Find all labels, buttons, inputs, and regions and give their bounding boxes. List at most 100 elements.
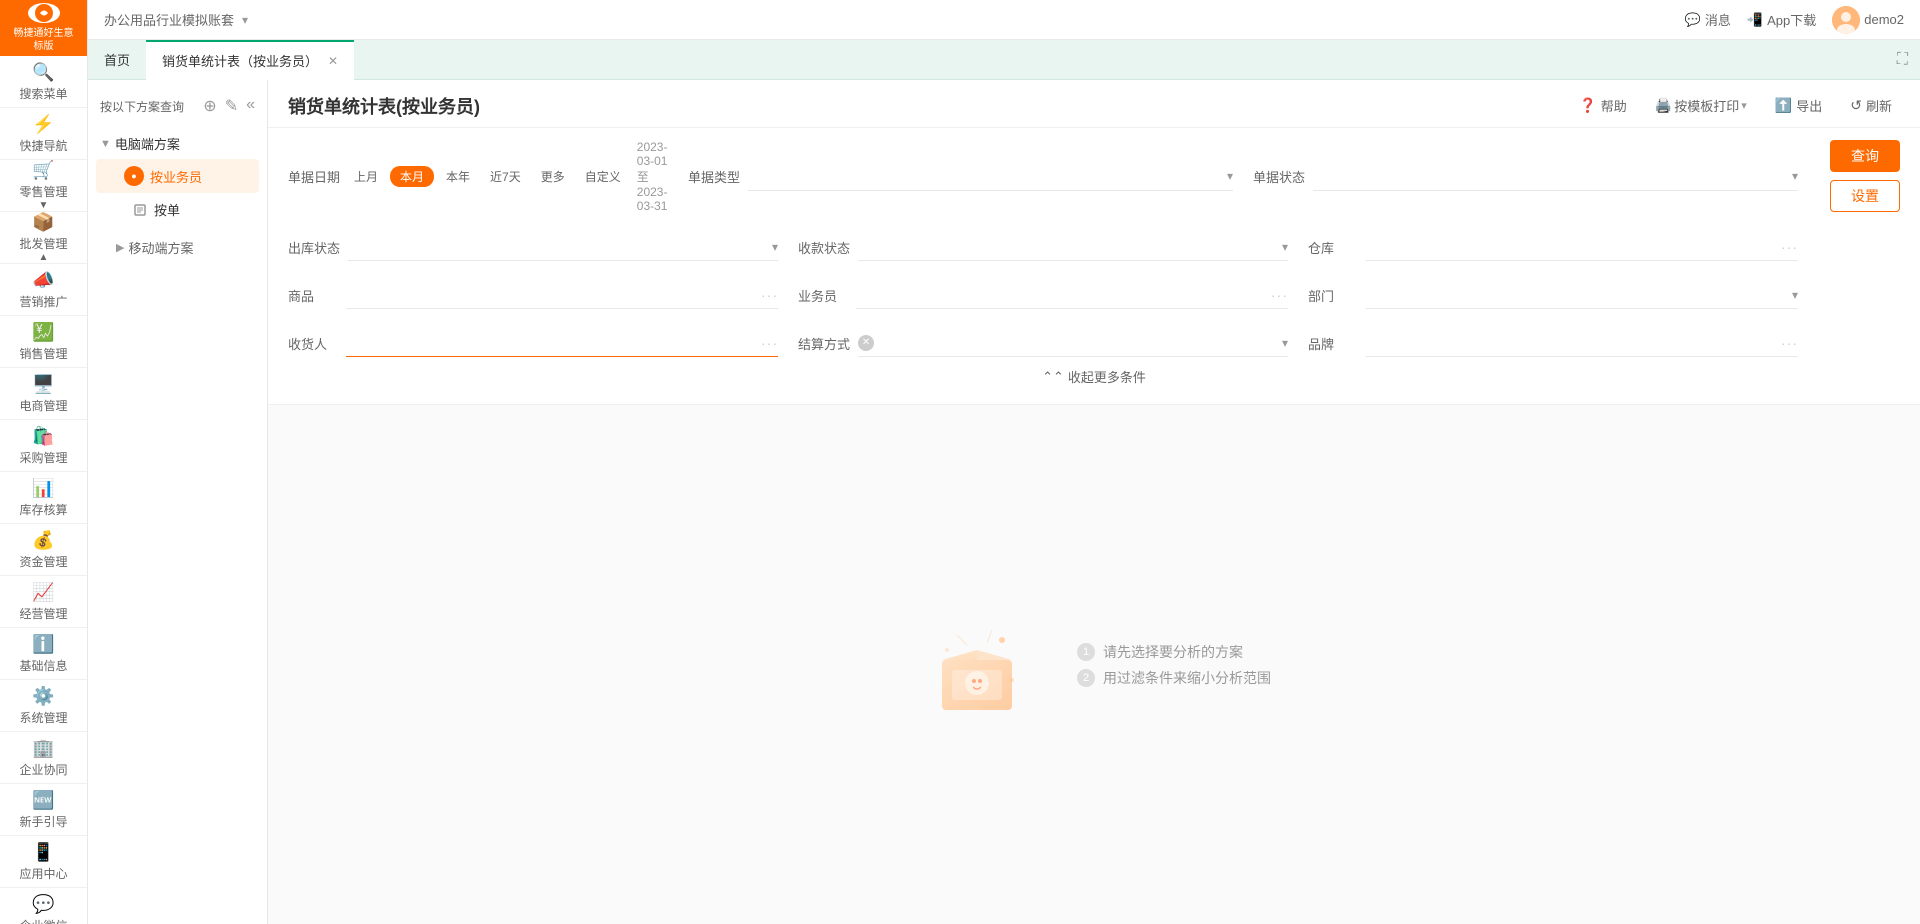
- sidebar-item-sales-mgmt[interactable]: 💹 销售管理: [0, 316, 87, 368]
- collapse-more-btn[interactable]: ⌃⌃ 收起更多条件: [288, 361, 1900, 392]
- date-btn-more[interactable]: 更多: [533, 166, 573, 187]
- mobile-scheme-group-title[interactable]: ▶ 移动端方案: [88, 232, 267, 263]
- filter-recipient: 收货人 ···: [288, 329, 778, 357]
- warehouse-select[interactable]: ···: [1366, 233, 1798, 261]
- sidebar-item-new-guide[interactable]: 🆕 新手引导: [0, 784, 87, 836]
- sidebar-item-enterprise-wechat-label: 企业微信: [19, 917, 67, 924]
- settlement-clear-btn[interactable]: ✕: [858, 335, 874, 351]
- user-menu[interactable]: demo2: [1832, 6, 1904, 34]
- date-range-text: 2023-03-01 至 2023-03-31: [637, 140, 668, 213]
- doc-status-label: 单据状态: [1253, 167, 1305, 186]
- sidebar-item-app-center[interactable]: 📱 应用中心: [0, 836, 87, 888]
- print-btn[interactable]: 🖨️ 按模板打印 ▾: [1647, 92, 1755, 119]
- date-btn-last-7[interactable]: 近7天: [482, 166, 529, 187]
- date-btn-current-year[interactable]: 本年: [438, 166, 478, 187]
- sidebar-item-wholesale[interactable]: 📦 批发管理 ▲: [0, 212, 87, 264]
- filter-row-1: 单据日期 上月 本月 本年 近7天 更多 自定义 2023-03-01 至 20…: [288, 140, 1798, 213]
- tab-expand-btn[interactable]: ⛶: [1897, 51, 1920, 69]
- header-title: 办公用品行业模拟账套: [104, 10, 234, 29]
- sidebar-item-enterprise-label: 企业协同: [19, 761, 67, 778]
- date-btn-custom[interactable]: 自定义: [577, 166, 629, 187]
- empty-state-icon: [917, 605, 1037, 725]
- date-label: 单据日期: [288, 167, 338, 186]
- sidebar-item-operations[interactable]: 📈 经营管理: [0, 576, 87, 628]
- sidebar-item-enterprise[interactable]: 🏢 企业协同: [0, 732, 87, 784]
- left-panel-title: 按以下方案查询: [100, 98, 184, 115]
- brand-select[interactable]: ···: [1366, 329, 1798, 357]
- recipient-input[interactable]: ···: [346, 329, 778, 357]
- doc-status-select[interactable]: ▾: [1313, 163, 1798, 191]
- logo-text: 畅捷通好生意 标版: [14, 27, 74, 53]
- tab-close-icon[interactable]: ✕: [328, 54, 338, 68]
- sidebar: 畅捷通好生意 标版 🔍 搜索菜单 ⚡ 快捷导航 🛒 零售管理 ▼ 📦 批发管理 …: [0, 0, 88, 924]
- sidebar-item-retail[interactable]: 🛒 零售管理 ▼: [0, 160, 87, 212]
- filter-department: 部门 ▾: [1308, 281, 1798, 309]
- sidebar-item-finance[interactable]: 💰 资金管理: [0, 524, 87, 576]
- salesperson-select[interactable]: ···: [856, 281, 1288, 309]
- out-status-select[interactable]: ▾: [348, 233, 778, 261]
- export-btn[interactable]: ⬆️ 导出: [1767, 92, 1830, 119]
- username-label: demo2: [1864, 12, 1904, 27]
- desktop-scheme-group-title[interactable]: ▼ 电脑端方案: [88, 128, 267, 159]
- purchase-icon: 🛍️: [32, 426, 54, 447]
- sidebar-item-basic-info[interactable]: ℹ️ 基础信息: [0, 628, 87, 680]
- settings-btn[interactable]: 设置: [1830, 180, 1900, 212]
- mobile-group-label: 移动端方案: [128, 238, 193, 257]
- mobile-group-arrow: ▶: [116, 241, 124, 254]
- messages-btn[interactable]: 💬 消息: [1685, 10, 1731, 29]
- brand-label: 品牌: [1308, 334, 1358, 353]
- department-arrow: ▾: [1792, 288, 1798, 302]
- refresh-btn[interactable]: ↺ 刷新: [1842, 92, 1900, 119]
- tab-sales-stats[interactable]: 销货单统计表（按业务员） ✕: [146, 40, 354, 80]
- filter-rows-left: 单据日期 上月 本月 本年 近7天 更多 自定义 2023-03-01 至 20…: [288, 140, 1798, 357]
- sidebar-item-app-center-label: 应用中心: [19, 865, 67, 882]
- help-btn[interactable]: ❓ 帮助: [1571, 92, 1634, 119]
- tab-home[interactable]: 首页: [88, 40, 146, 80]
- header-right: 💬 消息 📲 App下载 demo2: [1685, 6, 1904, 34]
- scheme-item-by-order[interactable]: 按单: [96, 193, 259, 226]
- avatar: [1832, 6, 1860, 34]
- edit-scheme-btn[interactable]: ✎: [225, 96, 238, 116]
- filter-row-4: 收货人 ··· 结算方式 ✕: [288, 329, 1798, 357]
- settlement-label: 结算方式: [798, 334, 850, 353]
- basic-info-icon: ℹ️: [32, 634, 54, 655]
- app-download-btn[interactable]: 📲 App下载: [1747, 10, 1816, 29]
- sidebar-item-search-menu[interactable]: 🔍 搜索菜单: [0, 56, 87, 108]
- query-btn[interactable]: 查询: [1830, 140, 1900, 172]
- sidebar-item-inventory[interactable]: 📊 库存核算: [0, 472, 87, 524]
- goods-select[interactable]: ···: [346, 281, 778, 309]
- doc-type-arrow: ▾: [1227, 169, 1233, 183]
- search-menu-icon: 🔍: [32, 62, 54, 83]
- collection-status-label: 收款状态: [798, 238, 850, 257]
- sidebar-item-quick-nav[interactable]: ⚡ 快捷导航: [0, 108, 87, 160]
- out-status-arrow: ▾: [772, 240, 778, 254]
- collapse-panel-btn[interactable]: «: [246, 96, 255, 116]
- sidebar-item-system[interactable]: ⚙️ 系统管理: [0, 680, 87, 732]
- filter-salesperson: 业务员 ···: [798, 281, 1288, 309]
- sidebar-item-system-label: 系统管理: [19, 709, 67, 726]
- warehouse-more-icon: ···: [1781, 239, 1798, 255]
- doc-type-select[interactable]: ▾: [748, 163, 1233, 191]
- sidebar-item-ecommerce-label: 电商管理: [19, 397, 67, 414]
- add-scheme-btn[interactable]: ⊕: [203, 96, 216, 116]
- collection-status-select[interactable]: ▾: [858, 233, 1288, 261]
- empty-content: 1 请先选择要分析的方案 2 用过滤条件来缩小分析范围: [917, 605, 1271, 725]
- header-dropdown-icon[interactable]: ▾: [242, 13, 248, 27]
- print-label: 按模板打印: [1674, 96, 1739, 115]
- sidebar-item-marketing[interactable]: 📣 营销推广: [0, 264, 87, 316]
- department-select[interactable]: ▾: [1366, 281, 1798, 309]
- date-btn-last-month[interactable]: 上月: [346, 166, 386, 187]
- header-left: 办公用品行业模拟账套 ▾: [104, 10, 248, 29]
- settlement-arrow: ▾: [1282, 336, 1288, 350]
- sidebar-item-enterprise-wechat[interactable]: 💬 企业微信: [0, 888, 87, 924]
- salesperson-label: 业务员: [798, 286, 848, 305]
- help-icon: ❓: [1579, 97, 1596, 114]
- collapse-label: 收起更多条件: [1068, 367, 1146, 386]
- scheme-item-by-salesperson[interactable]: ● 按业务员: [96, 159, 259, 193]
- sidebar-item-purchase[interactable]: 🛍️ 采购管理: [0, 420, 87, 472]
- sidebar-item-ecommerce[interactable]: 🖥️ 电商管理: [0, 368, 87, 420]
- messages-label: 消息: [1705, 10, 1731, 29]
- settlement-select[interactable]: ✕ ▾: [858, 329, 1288, 357]
- date-btn-current-month[interactable]: 本月: [390, 166, 434, 187]
- filter-row-2: 出库状态 ▾ 收款状态 ▾: [288, 233, 1798, 261]
